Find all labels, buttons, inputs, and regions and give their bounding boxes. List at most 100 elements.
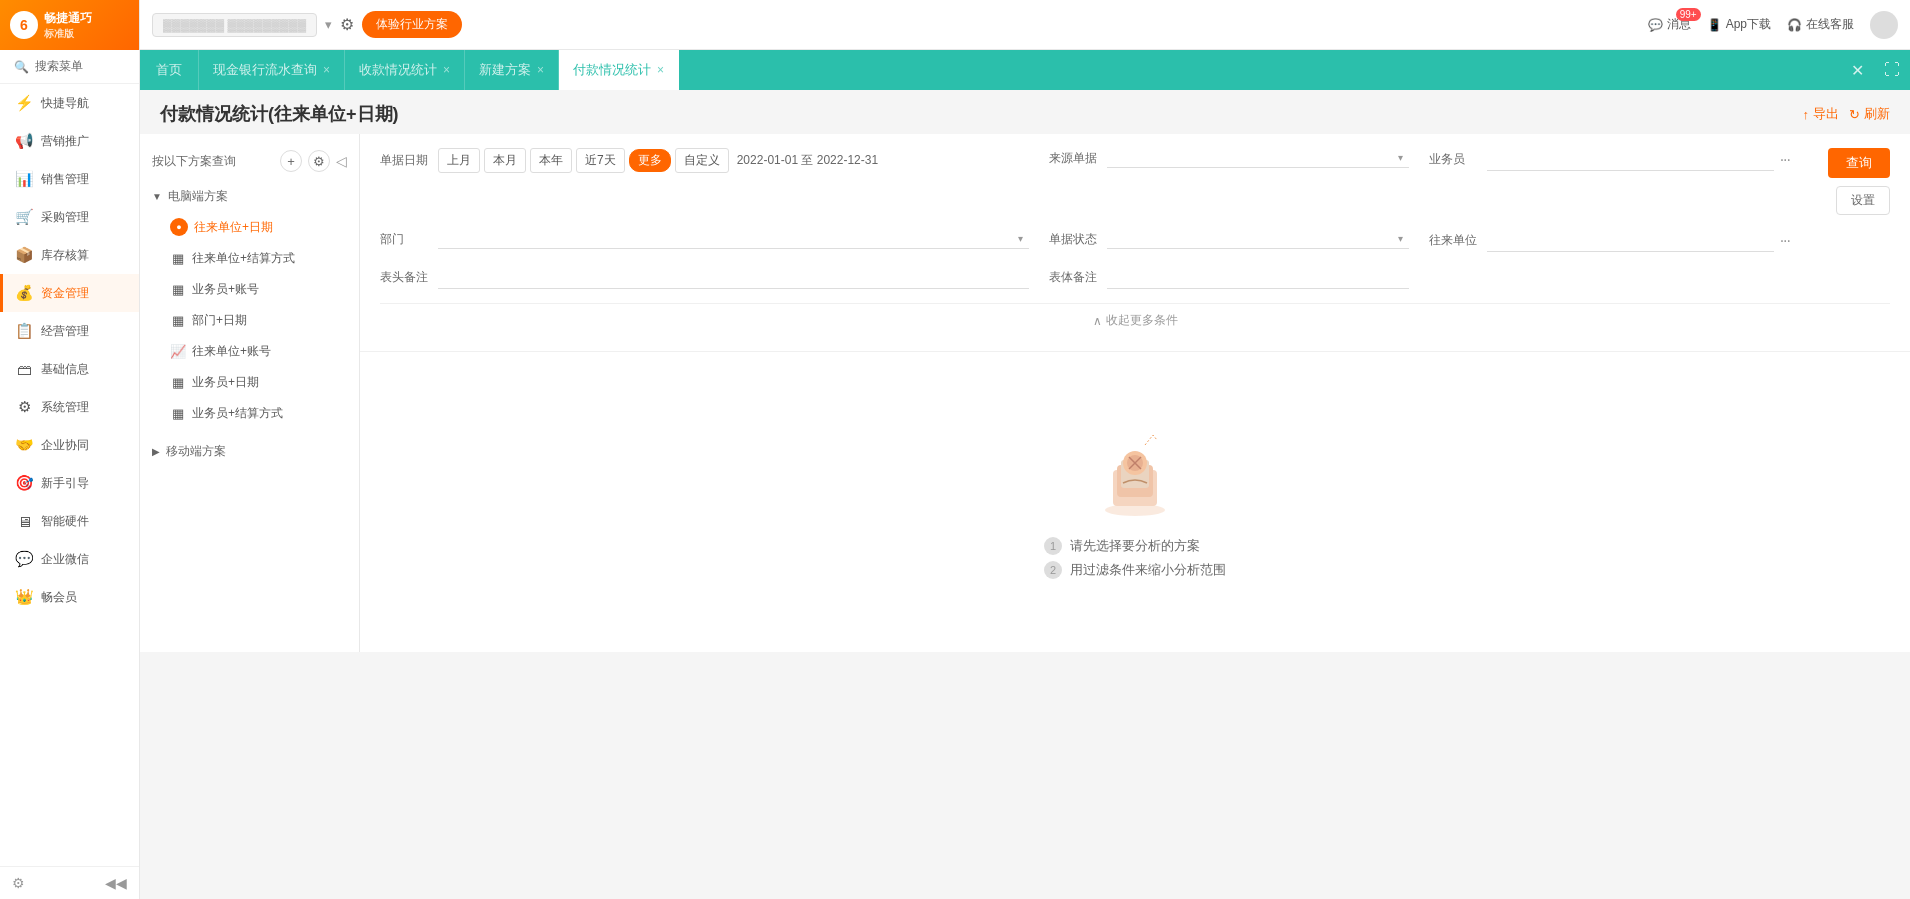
scheme-settings-btn[interactable]: ⚙: [308, 150, 330, 172]
sidebar-item-system[interactable]: ⚙ 系统管理: [0, 388, 139, 426]
tab-payment-close[interactable]: ×: [657, 63, 664, 77]
online-service-label: 在线客服: [1806, 16, 1854, 33]
export-icon: ↑: [1803, 107, 1810, 122]
tab-new-scheme-close[interactable]: ×: [537, 63, 544, 77]
scheme-item-label: 业务员+结算方式: [192, 405, 283, 422]
tip-text-1: 请先选择要分析的方案: [1070, 537, 1200, 555]
sidebar-item-vip[interactable]: 👑 畅会员: [0, 578, 139, 616]
scheme-item-label: 往来单位+日期: [194, 219, 273, 236]
salesman-input[interactable]: [1487, 148, 1773, 171]
header-note-label: 表头备注: [380, 269, 430, 286]
sidebar-item-hardware[interactable]: 🖥 智能硬件: [0, 502, 139, 540]
sidebar-item-basic[interactable]: 🗃 基础信息: [0, 350, 139, 388]
sidebar-item-marketing[interactable]: 📢 营销推广: [0, 122, 139, 160]
query-button[interactable]: 查询: [1828, 148, 1890, 178]
tab-bank-flow[interactable]: 现金银行流水查询 ×: [199, 50, 345, 90]
search-label: 搜索菜单: [35, 58, 83, 75]
date-7days-btn[interactable]: 近7天: [576, 148, 625, 173]
scheme-item-dept-date[interactable]: ▦ 部门+日期: [140, 305, 359, 336]
scheme-item-unit-date[interactable]: ● 往来单位+日期: [140, 211, 359, 243]
scheme-item-unit-payment[interactable]: ▦ 往来单位+结算方式: [140, 243, 359, 274]
salesman-dots[interactable]: ···: [1780, 151, 1790, 169]
sidebar-search[interactable]: 🔍 搜索菜单: [0, 50, 139, 84]
body-note-label: 表体备注: [1049, 269, 1099, 286]
scheme-panel-header: 按以下方案查询 + ⚙ ◁: [140, 144, 359, 182]
empty-illustration: [1085, 425, 1185, 525]
sidebar-settings-btn[interactable]: ⚙: [12, 875, 25, 891]
sidebar: 6 畅捷通巧 标准版 🔍 搜索菜单 ⚡ 快捷导航 📢 营销推广 📊 销售管理: [0, 0, 140, 899]
related-unit-input[interactable]: [1487, 229, 1773, 252]
nav-label: 资金管理: [41, 285, 89, 302]
scheme-item-salesman-payment[interactable]: ▦ 业务员+结算方式: [140, 398, 359, 429]
hardware-icon: 🖥: [15, 512, 33, 530]
collapse-more-btn[interactable]: ∧ 收起更多条件: [380, 303, 1890, 337]
sidebar-item-sales[interactable]: 📊 销售管理: [0, 160, 139, 198]
topbar: ▓▓▓▓▓▓▓ ▓▓▓▓▓▓▓▓▓ ▾ ⚙ 体验行业方案 💬 消息 99+ 📱 …: [140, 0, 1910, 50]
sidebar-item-enterprise[interactable]: 🤝 企业协同: [0, 426, 139, 464]
table-icon: ▦: [170, 375, 186, 391]
export-btn[interactable]: ↑ 导出: [1803, 105, 1840, 123]
mobile-scheme-category[interactable]: ▶ 移动端方案: [140, 437, 359, 466]
app-download-btn[interactable]: 📱 App下载: [1707, 16, 1771, 33]
refresh-btn[interactable]: ↻ 刷新: [1849, 105, 1890, 123]
body-note-input[interactable]: [1107, 266, 1410, 289]
right-panel: 单据日期 上月 本月 本年 近7天 更多 自定义 2022-01-01 至 20…: [360, 134, 1910, 652]
empty-tip-1: 1 请先选择要分析的方案: [1044, 537, 1226, 555]
online-service-btn[interactable]: 🎧 在线客服: [1787, 16, 1854, 33]
tab-bank-flow-close[interactable]: ×: [323, 63, 330, 77]
sidebar-item-purchase[interactable]: 🛒 采购管理: [0, 198, 139, 236]
tab-payment-stats[interactable]: 付款情况统计 ×: [559, 50, 679, 90]
header-note-input[interactable]: [438, 266, 1029, 289]
mobile-category-label: 移动端方案: [166, 443, 226, 460]
date-this-month-btn[interactable]: 本月: [484, 148, 526, 173]
tabbar: 首页 现金银行流水查询 × 收款情况统计 × 新建方案 × 付款情况统计 × ✕…: [140, 50, 1910, 90]
tabbar-close-btn[interactable]: ✕: [1841, 61, 1874, 80]
tab-receipt-close[interactable]: ×: [443, 63, 450, 77]
date-custom-btn[interactable]: 自定义: [675, 148, 729, 173]
sidebar-item-quick-nav[interactable]: ⚡ 快捷导航: [0, 84, 139, 122]
topbar-chevron-icon[interactable]: ▾: [325, 17, 332, 32]
add-scheme-btn[interactable]: +: [280, 150, 302, 172]
sidebar-item-capital[interactable]: 💰 资金管理: [0, 274, 139, 312]
scheme-item-unit-account[interactable]: 📈 往来单位+账号: [140, 336, 359, 367]
sidebar-footer: ⚙ ◀◀: [0, 866, 139, 899]
pc-scheme-category[interactable]: ▼ 电脑端方案: [140, 182, 359, 211]
collapse-label: 收起更多条件: [1106, 312, 1178, 329]
export-label: 导出: [1813, 105, 1839, 123]
purchase-icon: 🛒: [15, 208, 33, 226]
edition-label: 标准版: [44, 27, 92, 41]
tab-home[interactable]: 首页: [140, 50, 199, 90]
scheme-active-circle: ●: [170, 218, 188, 236]
setting-button[interactable]: 设置: [1836, 186, 1890, 215]
tabbar-fullscreen-btn[interactable]: ⛶: [1874, 61, 1910, 79]
tab-receipt-stats[interactable]: 收款情况统计 ×: [345, 50, 465, 90]
voucher-status-select[interactable]: ▾: [1107, 229, 1410, 249]
sidebar-item-guide[interactable]: 🎯 新手引导: [0, 464, 139, 502]
date-this-year-btn[interactable]: 本年: [530, 148, 572, 173]
dept-select[interactable]: ▾: [438, 229, 1029, 249]
sidebar-item-inventory[interactable]: 📦 库存核算: [0, 236, 139, 274]
user-avatar[interactable]: [1870, 11, 1898, 39]
tip-text-2: 用过滤条件来缩小分析范围: [1070, 561, 1226, 579]
sidebar-item-wechat[interactable]: 💬 企业微信: [0, 540, 139, 578]
voucher-date-label: 单据日期: [380, 152, 430, 169]
related-unit-dots[interactable]: ···: [1780, 232, 1790, 250]
scheme-item-salesman-date[interactable]: ▦ 业务员+日期: [140, 367, 359, 398]
scheme-collapse-btn[interactable]: ◁: [336, 153, 347, 169]
scheme-item-salesman-account[interactable]: ▦ 业务员+账号: [140, 274, 359, 305]
salesman-filter: 业务员 ···: [1429, 148, 1790, 171]
notification-btn[interactable]: 💬 消息 99+: [1648, 16, 1691, 33]
address-bar[interactable]: ▓▓▓▓▓▓▓ ▓▓▓▓▓▓▓▓▓: [152, 13, 317, 37]
source-select-arrow: ▾: [1398, 152, 1403, 163]
date-last-month-btn[interactable]: 上月: [438, 148, 480, 173]
results-section: 1 请先选择要分析的方案 2 用过滤条件来缩小分析范围: [360, 351, 1910, 652]
source-voucher-select[interactable]: ▾: [1107, 148, 1410, 168]
source-voucher-label: 来源单据: [1049, 150, 1099, 167]
sidebar-collapse-btn[interactable]: ◀◀: [105, 875, 127, 891]
tab-new-scheme[interactable]: 新建方案 ×: [465, 50, 559, 90]
trial-button[interactable]: 体验行业方案: [362, 11, 462, 38]
topbar-gear-icon[interactable]: ⚙: [340, 15, 354, 34]
sidebar-item-operation[interactable]: 📋 经营管理: [0, 312, 139, 350]
refresh-label: 刷新: [1864, 105, 1890, 123]
date-more-btn[interactable]: 更多: [629, 149, 671, 172]
